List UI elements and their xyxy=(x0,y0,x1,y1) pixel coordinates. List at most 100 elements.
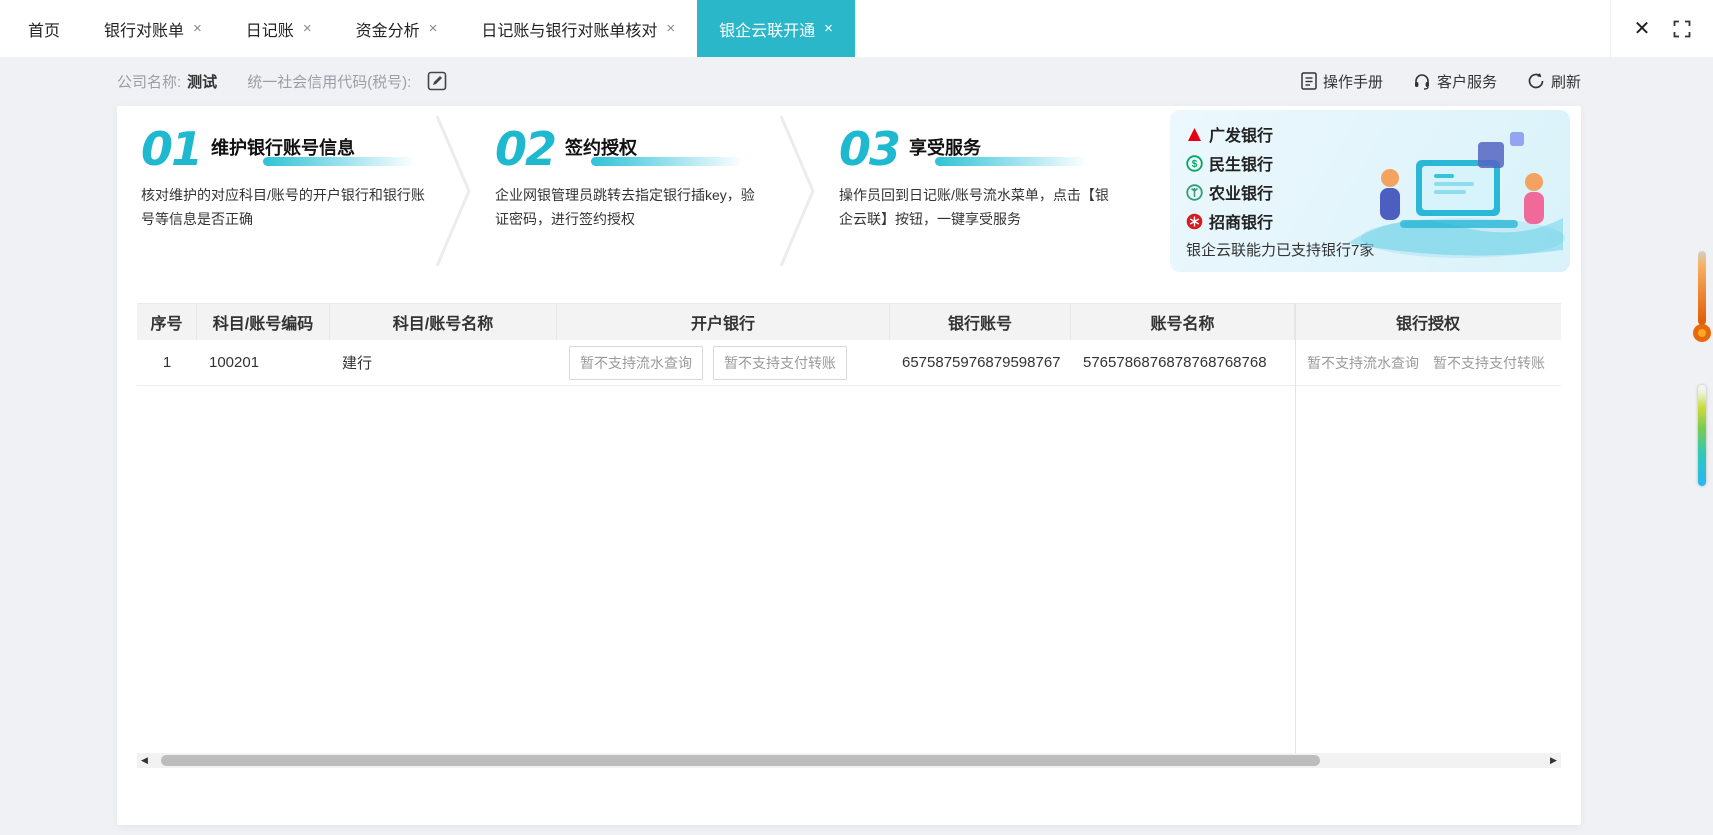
thermometer-widget[interactable] xyxy=(1693,249,1711,344)
tab-label: 银企云联开通 xyxy=(719,22,816,40)
step-3-number: 03 xyxy=(839,122,901,176)
tab-label: 资金分析 xyxy=(355,22,420,40)
manual-label: 操作手册 xyxy=(1322,73,1383,91)
bank-list: 广发银行 $ 民生银行 农业银行 招商银行 xyxy=(1186,122,1273,233)
tab-journal-bank-check[interactable]: 日记账与银行对账单核对 × xyxy=(459,0,697,57)
scroll-right-icon[interactable]: ▶ xyxy=(1546,753,1561,768)
bank-item-zhaoshang: 招商银行 xyxy=(1186,209,1273,233)
manual-icon xyxy=(1301,72,1317,90)
supported-banks-panel: 广发银行 $ 民生银行 农业银行 招商银行 银企云联能力已支持银行7家 xyxy=(1170,110,1570,272)
chevron-separator-icon xyxy=(435,115,471,267)
tab-home[interactable]: 首页 xyxy=(6,0,82,57)
bank-item-nongye: 农业银行 xyxy=(1186,180,1273,204)
tab-label: 日记账 xyxy=(245,22,294,40)
step-1-number: 01 xyxy=(141,122,203,176)
step-3: 03 享受服务 操作员回到日记账/账号流水菜单，点击【银企云联】按钮，一键享受服… xyxy=(839,126,1121,232)
step-2-title: 签约授权 xyxy=(565,138,638,158)
tab-bank-statement[interactable]: 银行对账单 × xyxy=(82,0,224,57)
cell-opening-bank: 暂不支持流水查询 暂不支持支付转账 xyxy=(557,340,890,385)
header-opening-bank: 开户银行 xyxy=(557,304,890,340)
fullscreen-icon[interactable] xyxy=(1665,12,1699,46)
header-seq: 序号 xyxy=(137,304,197,340)
agricultural-bank-icon xyxy=(1186,183,1203,201)
header-bank-account: 银行账号 xyxy=(890,304,1071,340)
bank-name: 广发银行 xyxy=(1209,128,1274,145)
customer-service-button[interactable]: 客户服务 xyxy=(1413,71,1497,92)
bank-item-guangfa: 广发银行 xyxy=(1186,122,1273,146)
step-2: 02 签约授权 企业网银管理员跳转去指定银行插key，验证密码，进行签约授权 xyxy=(495,126,767,232)
tab-close-icon[interactable]: × xyxy=(193,21,202,36)
tab-close-icon[interactable]: × xyxy=(666,21,675,36)
thermometer-icon xyxy=(1693,251,1711,342)
fixed-column-divider xyxy=(1295,303,1296,753)
scrollbar-thumb[interactable] xyxy=(161,755,1320,766)
step-1-title: 维护银行账号信息 xyxy=(211,138,356,158)
header-bank-auth: 银行授权 xyxy=(1395,316,1460,333)
tab-bar: 首页 银行对账单 × 日记账 × 资金分析 × 日记账与银行对账单核对 × 银企… xyxy=(0,0,1713,57)
refresh-icon xyxy=(1528,73,1544,89)
bank-name: 民生银行 xyxy=(1209,157,1274,174)
cell-account-title: 5765786876878768768768 xyxy=(1083,354,1267,371)
tab-label: 银行对账单 xyxy=(104,22,185,40)
minsheng-bank-icon: $ xyxy=(1186,154,1203,172)
step-1: 01 维护银行账号信息 核对维护的对应科目/账号的开户银行和银行账号等信息是否正… xyxy=(141,126,433,232)
toolbar: 公司名称: 测试 统一社会信用代码(税号): 操作手册 客户服务 刷新 xyxy=(117,57,1581,105)
scroll-left-icon[interactable]: ◀ xyxy=(137,753,152,768)
tab-bank-cloud-link[interactable]: 银企云联开通 × xyxy=(697,0,855,57)
payment-transfer-disabled-button[interactable]: 暂不支持支付转账 xyxy=(713,345,847,380)
header-account-title: 账号名称 xyxy=(1071,304,1295,340)
step-3-description: 操作员回到日记账/账号流水菜单，点击【银企云联】按钮，一键享受服务 xyxy=(839,187,1109,227)
banner-illustration xyxy=(1348,132,1565,258)
chevron-separator-icon xyxy=(779,115,815,267)
manual-button[interactable]: 操作手册 xyxy=(1301,71,1383,92)
step-2-description: 企业网银管理员跳转去指定银行插key，验证密码，进行签约授权 xyxy=(495,187,755,227)
refresh-label: 刷新 xyxy=(1550,73,1581,91)
header-account-code: 科目/账号编码 xyxy=(197,304,330,340)
close-icon[interactable]: ✕ xyxy=(1625,12,1659,46)
auth-payment-transfer-text: 暂不支持支付转账 xyxy=(1433,354,1545,371)
tab-label: 日记账与银行对账单核对 xyxy=(481,22,658,40)
step-1-description: 核对维护的对应科目/账号的开户银行和银行账号等信息是否正确 xyxy=(141,187,425,227)
step-underline-decoration xyxy=(262,157,413,166)
cell-bank-auth: 暂不支持流水查询 暂不支持支付转账 xyxy=(1295,340,1561,385)
tabbar-controls: ✕ xyxy=(1610,0,1713,57)
step-3-title: 享受服务 xyxy=(909,138,982,158)
cell-account-code: 100201 xyxy=(209,354,260,371)
toolbar-actions: 操作手册 客户服务 刷新 xyxy=(1301,71,1581,92)
content-card: 01 维护银行账号信息 核对维护的对应科目/账号的开户银行和银行账号等信息是否正… xyxy=(117,106,1581,825)
company-name-value: 测试 xyxy=(187,73,218,91)
tab-label: 首页 xyxy=(28,22,61,40)
merchants-bank-icon xyxy=(1186,213,1203,229)
tab-list: 首页 银行对账单 × 日记账 × 资金分析 × 日记账与银行对账单核对 × 银企… xyxy=(0,0,855,57)
auth-flow-query-text: 暂不支持流水查询 xyxy=(1307,354,1419,371)
bank-name: 招商银行 xyxy=(1209,215,1274,232)
tax-code-label: 统一社会信用代码(税号): xyxy=(247,73,412,91)
horizontal-scrollbar[interactable]: ◀ ▶ xyxy=(137,753,1561,768)
refresh-button[interactable]: 刷新 xyxy=(1527,71,1581,92)
bank-name: 农业银行 xyxy=(1209,186,1274,203)
tab-fund-analysis[interactable]: 资金分析 × xyxy=(334,0,460,57)
headset-icon xyxy=(1414,74,1429,90)
cell-account-name: 建行 xyxy=(342,355,373,372)
guangfa-bank-icon xyxy=(1188,127,1201,141)
tab-close-icon[interactable]: × xyxy=(824,21,833,36)
tab-close-icon[interactable]: × xyxy=(429,21,438,36)
customer-service-label: 客户服务 xyxy=(1436,73,1497,91)
step-underline-decoration xyxy=(934,157,1085,166)
tab-close-icon[interactable]: × xyxy=(303,21,312,36)
table-body: 1 100201 建行 暂不支持流水查询 暂不支持支付转账 6575875976… xyxy=(137,340,1561,753)
header-account-name: 科目/账号名称 xyxy=(330,304,557,340)
company-info: 公司名称: 测试 统一社会信用代码(税号): xyxy=(117,71,447,92)
accounts-table: 序号 科目/账号编码 科目/账号名称 开户银行 银行账号 账号名称 银行授权 1… xyxy=(137,303,1561,768)
table-row: 1 100201 建行 暂不支持流水查询 暂不支持支付转账 6575875976… xyxy=(137,340,1561,386)
cell-bank-account: 6575875976879598767 xyxy=(902,354,1061,371)
steps-banner: 01 维护银行账号信息 核对维护的对应科目/账号的开户银行和银行账号等信息是否正… xyxy=(117,106,1581,276)
edit-company-button[interactable] xyxy=(427,71,447,91)
gradient-slider-widget[interactable] xyxy=(1698,385,1706,486)
table-header-row: 序号 科目/账号编码 科目/账号名称 开户银行 银行账号 账号名称 银行授权 xyxy=(137,303,1561,340)
step-2-number: 02 xyxy=(495,122,557,176)
flow-query-disabled-button[interactable]: 暂不支持流水查询 xyxy=(569,345,703,380)
svg-text:$: $ xyxy=(1192,159,1198,170)
tab-journal[interactable]: 日记账 × xyxy=(224,0,334,57)
cell-seq: 1 xyxy=(162,354,172,371)
